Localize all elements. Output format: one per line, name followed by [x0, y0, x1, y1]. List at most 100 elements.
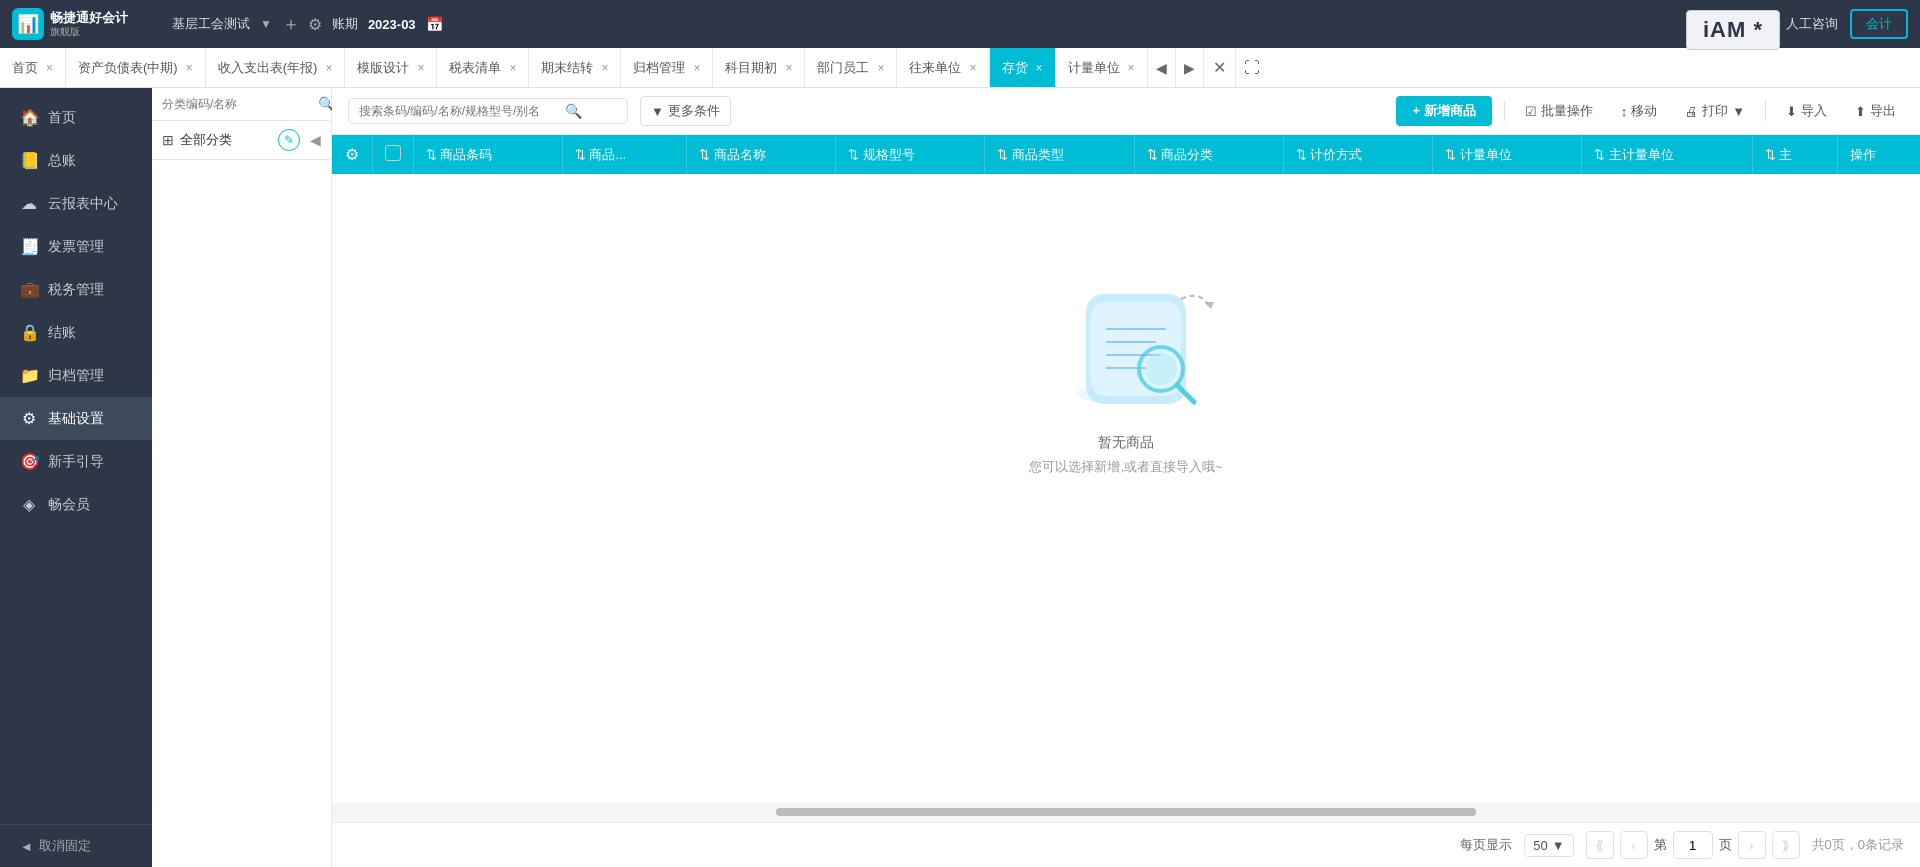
- tab-counterparty-close-icon[interactable]: ×: [969, 61, 976, 75]
- tab-inventory[interactable]: 存货 ×: [990, 48, 1056, 88]
- th-main-unit[interactable]: ⇅ 主计量单位: [1582, 135, 1752, 174]
- tab-tax-list-close-icon[interactable]: ×: [509, 61, 516, 75]
- tab-close-all-icon[interactable]: ✕: [1204, 48, 1236, 88]
- category-all-row[interactable]: ⊞ 全部分类 ✎ ◀: [152, 121, 331, 160]
- tab-expand-icon[interactable]: ⛶: [1236, 48, 1268, 88]
- table-header-row: ⚙ ⇅ 商品条码: [332, 135, 1920, 174]
- tax-icon: 💼: [20, 280, 38, 299]
- select-all-checkbox[interactable]: [385, 145, 401, 161]
- page-unit: 页: [1719, 836, 1732, 854]
- tab-template-design-close-icon[interactable]: ×: [417, 61, 424, 75]
- tab-home[interactable]: 首页 ×: [0, 48, 66, 88]
- th-unit[interactable]: ⇅ 计量单位: [1433, 135, 1582, 174]
- th-spec[interactable]: ⇅ 规格型号: [836, 135, 985, 174]
- tab-balance-sheet-close-icon[interactable]: ×: [186, 61, 193, 75]
- tab-template-design[interactable]: 模版设计 ×: [345, 48, 437, 88]
- th-type-label: ⇅ 商品类型: [997, 146, 1064, 164]
- add-product-button[interactable]: + 新增商品: [1396, 96, 1491, 126]
- sidebar-item-invoice[interactable]: 🧾 发票管理: [0, 225, 152, 268]
- tab-nav-right-icon[interactable]: ▶: [1176, 48, 1204, 88]
- tab-income-statement[interactable]: 收入支出表(年报) ×: [206, 48, 346, 88]
- workspace-dropdown-icon[interactable]: ▼: [260, 17, 272, 31]
- sidebar-item-member[interactable]: ◈ 畅会员: [0, 483, 152, 526]
- add-workspace-icon[interactable]: ＋: [282, 12, 300, 36]
- th-barcode[interactable]: ⇅ 商品条码: [413, 135, 562, 174]
- horizontal-scrollbar-thumb[interactable]: [776, 808, 1476, 816]
- tab-dept-employee[interactable]: 部门员工 ×: [805, 48, 897, 88]
- sidebar-item-ledger[interactable]: 📒 总账: [0, 139, 152, 182]
- sidebar-item-ledger-label: 总账: [48, 152, 76, 170]
- sidebar-pin-toggle[interactable]: ◄ 取消固定: [0, 824, 152, 867]
- tab-home-close-icon[interactable]: ×: [46, 61, 53, 75]
- th-type[interactable]: ⇅ 商品类型: [985, 135, 1134, 174]
- sidebar-item-guide[interactable]: 🎯 新手引导: [0, 440, 152, 483]
- tab-home-label: 首页: [12, 59, 38, 77]
- tab-period-close[interactable]: 期末结转 ×: [529, 48, 621, 88]
- product-search-input[interactable]: [359, 104, 559, 118]
- category-search-input[interactable]: [162, 97, 312, 111]
- th-code[interactable]: ⇅ 商品...: [562, 135, 686, 174]
- tab-subject-init[interactable]: 科目期初 ×: [713, 48, 805, 88]
- inner-layout: 🔍 ⊞ 全部分类 ✎ ◀ 🔍 ▼: [152, 88, 1920, 867]
- th-category[interactable]: ⇅ 商品分类: [1134, 135, 1283, 174]
- account-button[interactable]: 会计: [1850, 9, 1908, 39]
- calendar-icon[interactable]: 📅: [426, 16, 443, 32]
- import-button[interactable]: ⬇ 导入: [1778, 97, 1835, 125]
- batch-operation-button[interactable]: ☑ 批量操作: [1517, 97, 1601, 125]
- tab-nav-left-icon[interactable]: ◀: [1148, 48, 1176, 88]
- tab-archive-mgmt-close-icon[interactable]: ×: [693, 61, 700, 75]
- sidebar-item-reports[interactable]: ☁ 云报表中心: [0, 182, 152, 225]
- tab-dept-employee-close-icon[interactable]: ×: [877, 61, 884, 75]
- settings-icon: ⚙: [20, 409, 38, 428]
- svg-point-6: [1145, 353, 1177, 385]
- tab-counterparty[interactable]: 往来单位 ×: [897, 48, 989, 88]
- th-col3[interactable]: ⇅ 主: [1752, 135, 1838, 174]
- move-icon: ↕: [1621, 104, 1628, 119]
- th-name[interactable]: ⇅ 商品名称: [687, 135, 836, 174]
- th-main-unit-label: ⇅ 主计量单位: [1594, 146, 1674, 164]
- tab-inventory-close-icon[interactable]: ×: [1036, 61, 1043, 75]
- page-last-btn[interactable]: ⟫: [1772, 831, 1800, 859]
- th-category-label: ⇅ 商品分类: [1147, 146, 1214, 164]
- workspace-name: 基层工会测试: [172, 15, 250, 33]
- tab-income-statement-close-icon[interactable]: ×: [325, 61, 332, 75]
- category-edit-icon[interactable]: ✎: [278, 129, 300, 151]
- sidebar-item-home[interactable]: 🏠 首页: [0, 96, 152, 139]
- print-button[interactable]: 🖨 打印 ▼: [1677, 97, 1753, 125]
- tab-unit-measure-close-icon[interactable]: ×: [1128, 61, 1135, 75]
- tab-period-close-close-icon[interactable]: ×: [601, 61, 608, 75]
- sidebar-item-invoice-label: 发票管理: [48, 238, 104, 256]
- page-first-btn[interactable]: ⟪: [1586, 831, 1614, 859]
- th-pricing[interactable]: ⇅ 计价方式: [1283, 135, 1432, 174]
- sidebar-item-archive[interactable]: 📁 归档管理: [0, 354, 152, 397]
- tab-tax-list[interactable]: 税表清单 ×: [437, 48, 529, 88]
- tab-balance-sheet[interactable]: 资产负债表(中期) ×: [66, 48, 206, 88]
- empty-desc: 您可以选择新增,或者直接导入哦~: [1029, 458, 1222, 476]
- th-action-label: 操作: [1850, 147, 1876, 162]
- horizontal-scrollbar-track[interactable]: [776, 808, 1476, 816]
- th-settings[interactable]: ⚙: [332, 135, 372, 174]
- print-icon: 🖨: [1685, 104, 1698, 119]
- export-button[interactable]: ⬆ 导出: [1847, 97, 1904, 125]
- import-label: 导入: [1801, 102, 1827, 120]
- sidebar-item-settings[interactable]: ⚙ 基础设置: [0, 397, 152, 440]
- ledger-icon: 📒: [20, 151, 38, 170]
- product-search-icon[interactable]: 🔍: [565, 103, 582, 119]
- sidebar-item-close[interactable]: 🔒 结账: [0, 311, 152, 354]
- tab-archive-mgmt[interactable]: 归档管理 ×: [621, 48, 713, 88]
- page-number-input[interactable]: [1673, 831, 1713, 859]
- category-collapse-icon[interactable]: ◀: [310, 132, 321, 148]
- tab-template-design-label: 模版设计: [357, 59, 409, 77]
- tab-subject-init-close-icon[interactable]: ×: [785, 61, 792, 75]
- filter-button[interactable]: ▼ 更多条件: [640, 96, 731, 126]
- table-gear-icon[interactable]: ⚙: [345, 146, 359, 163]
- settings-gear-icon[interactable]: ⚙: [308, 15, 322, 34]
- sidebar-item-reports-label: 云报表中心: [48, 195, 118, 213]
- sidebar-item-tax[interactable]: 💼 税务管理: [0, 268, 152, 311]
- move-button[interactable]: ↕ 移动: [1613, 97, 1666, 125]
- per-page-select[interactable]: 50 ▼: [1524, 834, 1573, 857]
- page-prev-btn[interactable]: ‹: [1620, 831, 1648, 859]
- th-checkbox[interactable]: [372, 135, 413, 174]
- tab-unit-measure[interactable]: 计量单位 ×: [1056, 48, 1148, 88]
- page-next-btn[interactable]: ›: [1738, 831, 1766, 859]
